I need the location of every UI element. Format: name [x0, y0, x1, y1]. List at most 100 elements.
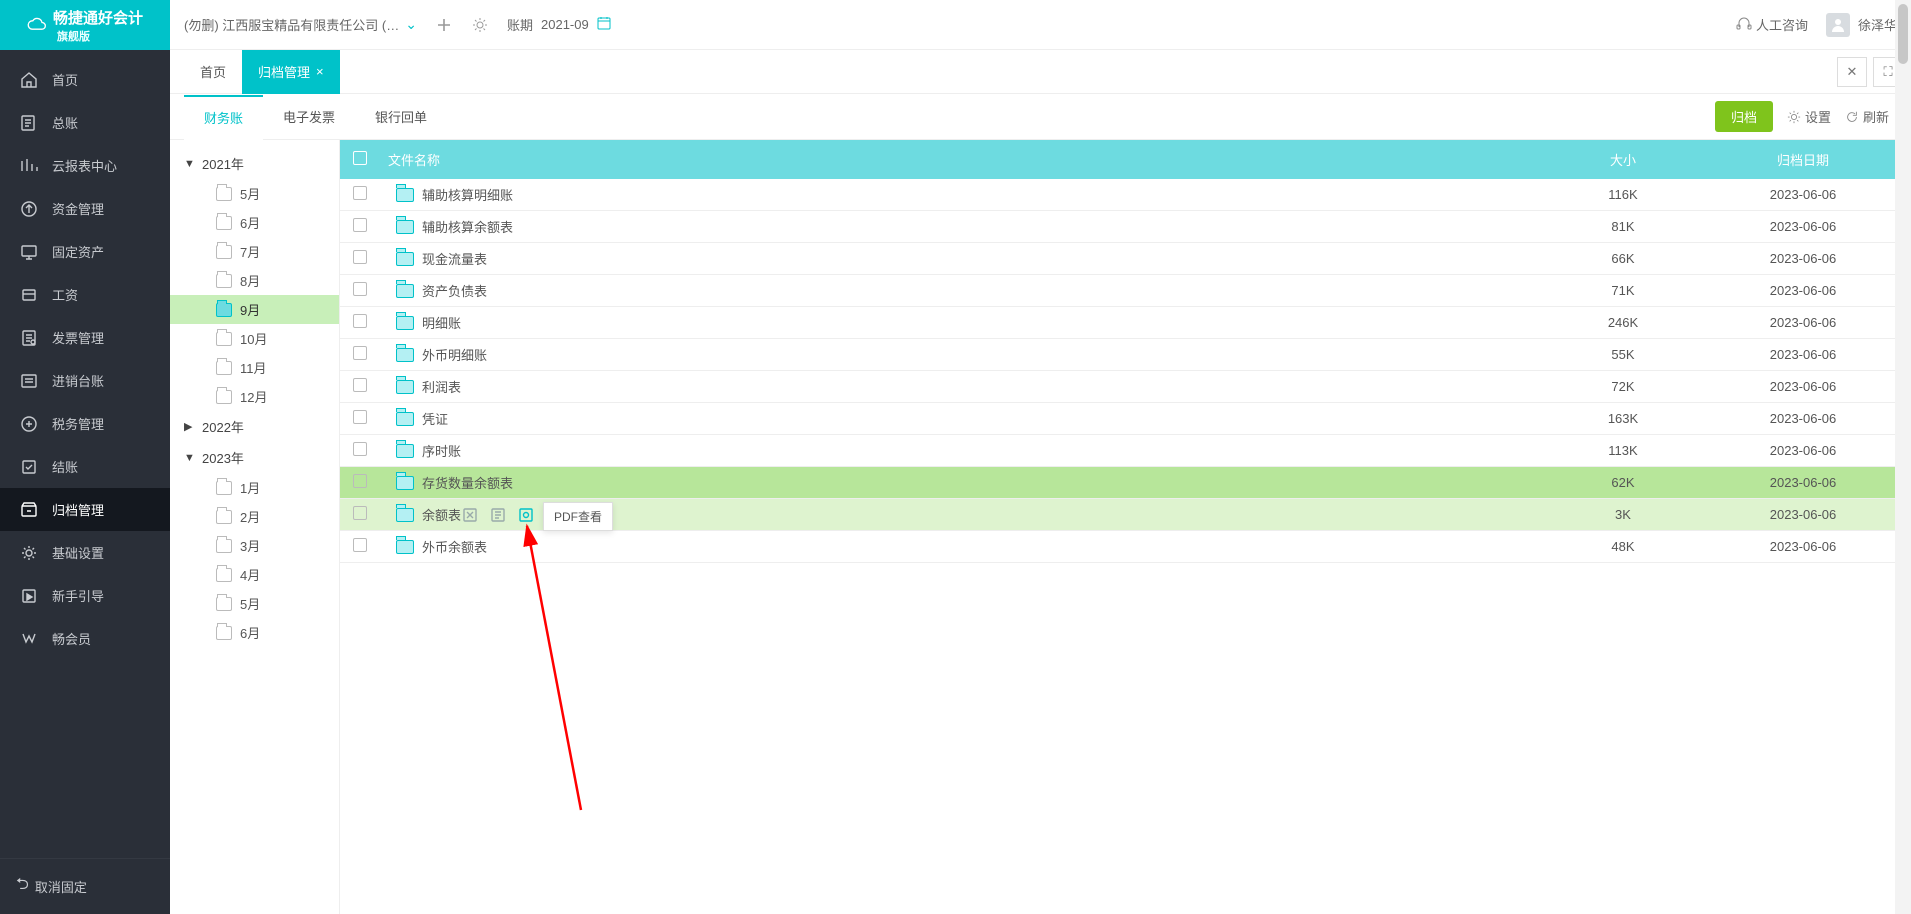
row-checkbox[interactable] [353, 442, 367, 456]
close-icon [20, 458, 38, 476]
tree-year[interactable]: ▶2022年 [170, 411, 339, 442]
page-tabs: 首页归档管理× ✕ ⛶ [170, 50, 1911, 94]
table-row[interactable]: 序时账113K2023-06-06 [340, 435, 1903, 467]
sidebar-item-archive[interactable]: 归档管理 [0, 488, 170, 531]
settings-label: 设置 [1805, 107, 1831, 126]
file-size: 246K [1543, 307, 1703, 339]
folder-icon [216, 568, 232, 582]
calendar-icon[interactable] [597, 16, 611, 33]
sidebar-item-ledger[interactable]: 总账 [0, 101, 170, 144]
user-name: 徐泽华 [1858, 15, 1897, 34]
sidebar-item-setting[interactable]: 基础设置 [0, 531, 170, 574]
sidebar-item-label: 发票管理 [52, 328, 104, 347]
archive-button[interactable]: 归档 [1715, 101, 1773, 132]
tree-month[interactable]: 1月 [170, 473, 339, 502]
tree-month[interactable]: 9月 [170, 295, 339, 324]
subtab-电子发票[interactable]: 电子发票 [263, 94, 355, 140]
sidebar-item-fund[interactable]: 资金管理 [0, 187, 170, 230]
folder-icon [396, 284, 414, 298]
file-size: 72K [1543, 371, 1703, 403]
tree-month[interactable]: 10月 [170, 324, 339, 353]
sidebar-item-label: 首页 [52, 70, 78, 89]
row-checkbox[interactable] [353, 282, 367, 296]
tab-归档管理[interactable]: 归档管理× [242, 50, 340, 94]
row-checkbox[interactable] [353, 506, 367, 520]
sidebar-item-sale[interactable]: 进销台账 [0, 359, 170, 402]
row-checkbox[interactable] [353, 474, 367, 488]
tree-month[interactable]: 2月 [170, 502, 339, 531]
company-selector[interactable]: (勿删) 江西服宝精品有限责任公司 (… ⌄ [184, 15, 417, 34]
pdf-download-icon[interactable] [489, 506, 507, 524]
sidebar-item-tax[interactable]: 税务管理 [0, 402, 170, 445]
sidebar-item-salary[interactable]: 工资 [0, 273, 170, 316]
table-row[interactable]: 资产负债表71K2023-06-06 [340, 275, 1903, 307]
close-tab-button[interactable]: ✕ [1837, 57, 1867, 87]
sidebar-item-guide[interactable]: 新手引导 [0, 574, 170, 617]
excel-download-icon[interactable] [461, 506, 479, 524]
table-row[interactable]: 外币明细账55K2023-06-06 [340, 339, 1903, 371]
subtab-银行回单[interactable]: 银行回单 [355, 94, 447, 140]
user-menu[interactable]: 徐泽华 [1826, 13, 1897, 37]
tree-month[interactable]: 12月 [170, 382, 339, 411]
annotation-arrow [521, 520, 621, 820]
member-icon [20, 630, 38, 648]
file-name: 凭证 [422, 409, 448, 428]
tab-首页[interactable]: 首页 [184, 50, 242, 94]
scrollbar-track[interactable] [1895, 0, 1911, 914]
tree-month[interactable]: 5月 [170, 179, 339, 208]
row-checkbox[interactable] [353, 218, 367, 232]
table-row[interactable]: 辅助核算余额表81K2023-06-06 [340, 211, 1903, 243]
row-checkbox[interactable] [353, 346, 367, 360]
folder-icon [216, 332, 232, 346]
tree-month[interactable]: 5月 [170, 589, 339, 618]
tree-month[interactable]: 6月 [170, 208, 339, 237]
tree-month[interactable]: 8月 [170, 266, 339, 295]
file-date: 2023-06-06 [1703, 339, 1903, 371]
table-row[interactable]: 明细账246K2023-06-06 [340, 307, 1903, 339]
company-settings-button[interactable] [471, 16, 489, 34]
settings-button[interactable]: 设置 [1787, 107, 1831, 126]
row-checkbox[interactable] [353, 378, 367, 392]
brand-logo: 畅捷通好会计 旗舰版 [0, 0, 170, 50]
tree-month[interactable]: 4月 [170, 560, 339, 589]
tree-month[interactable]: 6月 [170, 618, 339, 647]
row-checkbox[interactable] [353, 314, 367, 328]
table-row[interactable]: 凭证163K2023-06-06 [340, 403, 1903, 435]
company-name: 江西服宝精品有限责任公司 (… [222, 15, 399, 34]
refresh-button[interactable]: 刷新 [1845, 107, 1889, 126]
table-row[interactable]: 辅助核算明细账116K2023-06-06 [340, 179, 1903, 211]
folder-icon [216, 481, 232, 495]
ai-consult-button[interactable]: 人工咨询 [1736, 15, 1808, 34]
sidebar-item-asset[interactable]: 固定资产 [0, 230, 170, 273]
select-all-checkbox[interactable] [353, 151, 367, 165]
report-icon [20, 157, 38, 175]
folder-icon [216, 539, 232, 553]
tree-month[interactable]: 11月 [170, 353, 339, 382]
scrollbar-thumb[interactable] [1898, 4, 1908, 64]
table-row[interactable]: 利润表72K2023-06-06 [340, 371, 1903, 403]
tree-month-label: 8月 [240, 271, 260, 290]
sidebar-item-close[interactable]: 结账 [0, 445, 170, 488]
tree-month[interactable]: 3月 [170, 531, 339, 560]
table-row[interactable]: 存货数量余额表62K2023-06-06 [340, 467, 1903, 499]
unpin-button[interactable]: ⮌ 取消固定 [0, 858, 170, 914]
sidebar-item-label: 固定资产 [52, 242, 104, 261]
row-checkbox[interactable] [353, 538, 367, 552]
table-row[interactable]: 现金流量表66K2023-06-06 [340, 243, 1903, 275]
row-checkbox[interactable] [353, 410, 367, 424]
sidebar-item-report[interactable]: 云报表中心 [0, 144, 170, 187]
tree-month[interactable]: 7月 [170, 237, 339, 266]
sidebar-item-member[interactable]: 畅会员 [0, 617, 170, 660]
close-icon[interactable]: × [316, 64, 324, 79]
row-checkbox[interactable] [353, 186, 367, 200]
add-company-button[interactable] [435, 16, 453, 34]
row-checkbox[interactable] [353, 250, 367, 264]
tree-year[interactable]: ▼2023年 [170, 442, 339, 473]
sidebar-item-home[interactable]: 首页 [0, 58, 170, 101]
subtab-财务账[interactable]: 财务账 [184, 95, 263, 141]
col-filename: 文件名称 [380, 140, 1543, 179]
table-row[interactable]: 外币余额表48K2023-06-06 [340, 531, 1903, 563]
tree-year[interactable]: ▼2021年 [170, 148, 339, 179]
sidebar-item-invoice[interactable]: 发票管理 [0, 316, 170, 359]
pdf-view-icon[interactable] [517, 506, 535, 524]
